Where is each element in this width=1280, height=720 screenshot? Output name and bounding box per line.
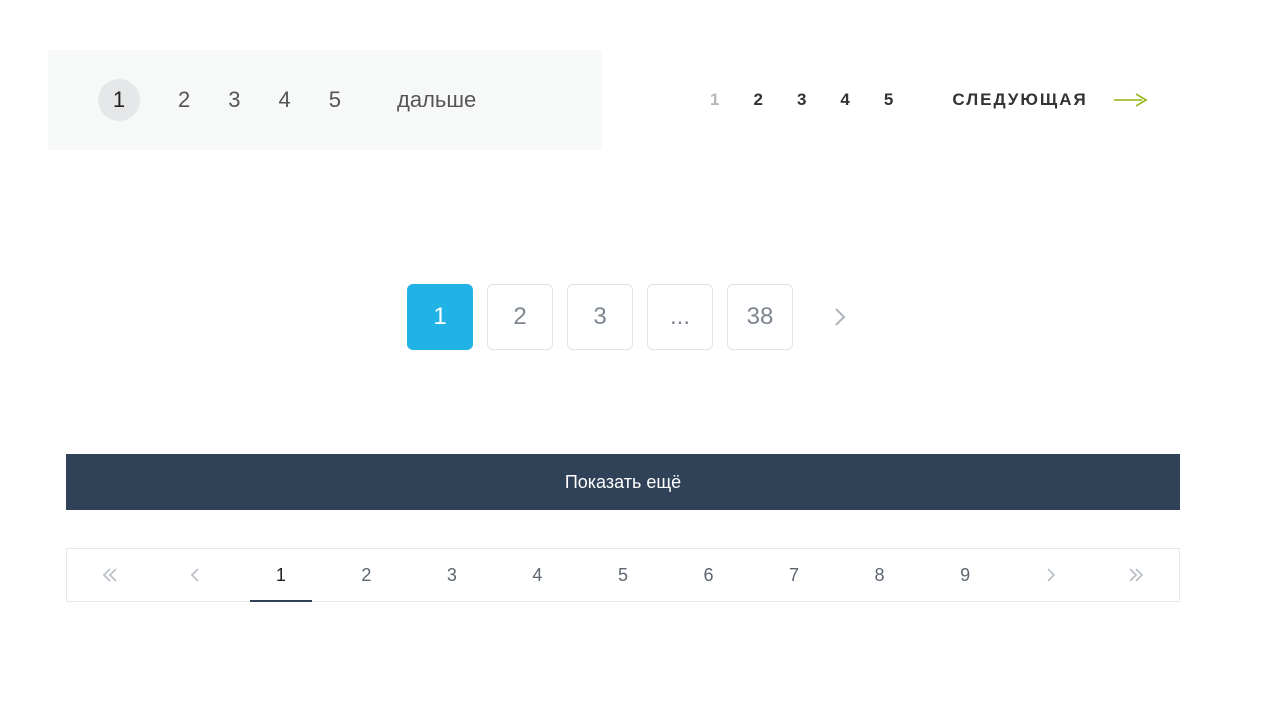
page-link[interactable]: 3 [409,549,495,601]
first-page-icon[interactable] [67,549,153,601]
page-link[interactable]: 2 [487,284,553,350]
page-link[interactable]: 2 [178,87,190,113]
page-link[interactable]: 1 [238,549,324,601]
page-link[interactable]: 1 [98,79,140,121]
page-link[interactable]: 8 [837,549,923,601]
page-link[interactable]: 9 [922,549,1008,601]
page-link[interactable]: 5 [580,549,666,601]
pagination-underline: 1 2 3 4 5 6 7 8 9 [66,548,1180,602]
prev-page-icon[interactable] [153,549,239,601]
page-link[interactable]: 1 [710,90,719,110]
pagination-arrow-style: 1 2 3 4 5 СЛЕДУЮЩАЯ [710,90,1148,110]
page-link[interactable]: 3 [797,90,806,110]
page-link[interactable]: 2 [753,90,762,110]
pagination-simple: 1 2 3 4 5 дальше [48,50,602,150]
last-page-icon[interactable] [1093,549,1179,601]
page-link-last[interactable]: 38 [727,284,793,350]
page-link[interactable]: 5 [329,87,341,113]
next-page-icon[interactable] [1008,549,1094,601]
page-link[interactable]: 1 [407,284,473,350]
page-link[interactable]: 4 [495,549,581,601]
page-link[interactable]: 6 [666,549,752,601]
page-link[interactable]: 3 [567,284,633,350]
page-link[interactable]: 2 [324,549,410,601]
page-link[interactable]: 7 [751,549,837,601]
next-link[interactable]: дальше [397,87,476,113]
page-link[interactable]: 3 [228,87,240,113]
chevron-right-icon[interactable] [807,284,873,350]
pagination-boxed: 1 2 3 ... 38 [0,284,1280,350]
ellipsis: ... [647,284,713,350]
arrow-right-icon[interactable] [1114,93,1148,107]
page-link[interactable]: 4 [840,90,849,110]
show-more-button[interactable]: Показать ещё [66,454,1180,510]
page-link[interactable]: 5 [884,90,893,110]
next-button[interactable]: СЛЕДУЮЩАЯ [952,90,1087,110]
page-link[interactable]: 4 [279,87,291,113]
